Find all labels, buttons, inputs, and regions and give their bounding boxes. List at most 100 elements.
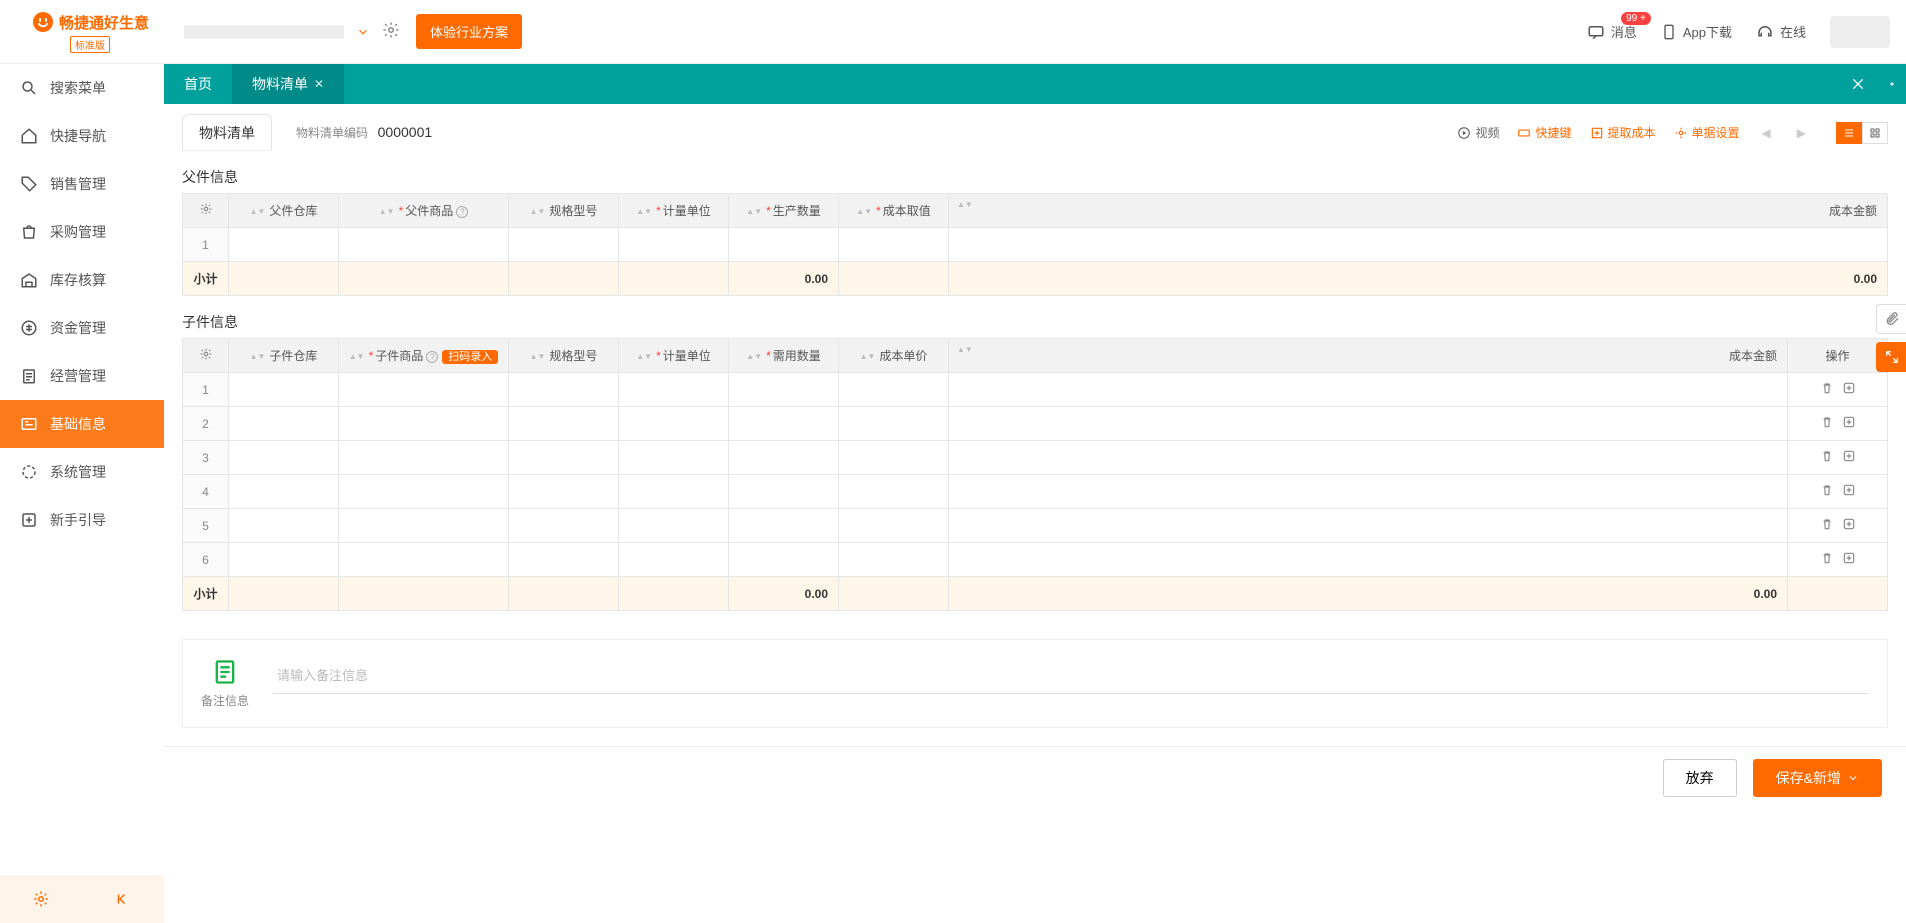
sidebar-item-sales[interactable]: 销售管理 [0, 160, 164, 208]
child-row[interactable]: 2 [183, 407, 1888, 441]
sidebar-item-finance[interactable]: 资金管理 [0, 304, 164, 352]
sidebar-item-system[interactable]: 系统管理 [0, 448, 164, 496]
prev-doc-button[interactable]: ◀ [1758, 126, 1775, 140]
org-selector[interactable] [184, 25, 370, 39]
action-doc-settings[interactable]: 单据设置 [1674, 124, 1740, 141]
col-parent-warehouse[interactable]: ▲▼父件仓库 [229, 194, 339, 228]
settings-icon[interactable] [32, 890, 50, 908]
view-list-button[interactable] [1836, 122, 1862, 144]
col-child-price[interactable]: ▲▼成本单价 [839, 339, 949, 373]
tabbar-more[interactable] [1878, 64, 1906, 104]
sidebar-label: 系统管理 [50, 462, 106, 482]
sparkle-icon [20, 511, 38, 529]
view-toggle [1836, 122, 1888, 144]
online-support-button[interactable]: 在线 [1756, 22, 1806, 41]
col-child-warehouse[interactable]: ▲▼子件仓库 [229, 339, 339, 373]
sidebar-item-inventory[interactable]: 库存核算 [0, 256, 164, 304]
action-extract-cost[interactable]: 提取成本 [1590, 124, 1656, 141]
add-row-icon[interactable] [1842, 551, 1856, 565]
sidebar-footer [0, 875, 164, 923]
scan-entry-button[interactable]: 扫码录入 [442, 350, 498, 364]
col-parent-spec[interactable]: ▲▼规格型号 [509, 194, 619, 228]
sidebar-item-basicinfo[interactable]: 基础信息 [0, 400, 164, 448]
col-child-spec[interactable]: ▲▼规格型号 [509, 339, 619, 373]
child-row[interactable]: 3 [183, 441, 1888, 475]
paperclip-icon [1884, 311, 1900, 327]
col-child-unit[interactable]: ▲▼*计量单位 [619, 339, 729, 373]
promo-button[interactable]: 体验行业方案 [416, 14, 522, 49]
sidebar-label: 采购管理 [50, 222, 106, 242]
user-avatar[interactable] [1830, 16, 1890, 48]
add-row-icon[interactable] [1842, 449, 1856, 463]
col-parent-amount[interactable]: ▲▼成本金额 [949, 194, 1888, 228]
col-parent-unit[interactable]: ▲▼*计量单位 [619, 194, 729, 228]
side-float-tools [1876, 304, 1906, 372]
app-download-button[interactable]: App下载 [1661, 22, 1732, 41]
col-settings-button[interactable] [183, 339, 229, 373]
sidebar-item-search[interactable]: 搜索菜单 [0, 64, 164, 112]
keyboard-icon [1517, 126, 1531, 140]
view-card-button[interactable] [1862, 122, 1888, 144]
child-row[interactable]: 5 [183, 509, 1888, 543]
action-shortcut[interactable]: 快捷键 [1517, 124, 1571, 141]
grid-icon [1868, 127, 1882, 139]
close-icon [1850, 76, 1866, 92]
tab-close-icon[interactable]: ✕ [314, 77, 324, 91]
child-row[interactable]: 6 [183, 543, 1888, 577]
remark-input[interactable] [273, 658, 1869, 694]
add-row-icon[interactable] [1842, 415, 1856, 429]
delete-row-icon[interactable] [1820, 483, 1834, 497]
child-row[interactable]: 4 [183, 475, 1888, 509]
download-label: App下载 [1683, 22, 1732, 41]
sidebar-item-guide[interactable]: 新手引导 [0, 496, 164, 544]
delete-row-icon[interactable] [1820, 517, 1834, 531]
code-label: 物料清单编码 [296, 126, 368, 140]
discard-button[interactable]: 放弃 [1663, 759, 1737, 797]
tab-home[interactable]: 首页 [164, 64, 232, 104]
action-video[interactable]: 视频 [1457, 124, 1499, 141]
attachment-button[interactable] [1876, 304, 1906, 334]
col-parent-costmode[interactable]: ▲▼*成本取值 [839, 194, 949, 228]
expand-icon [1884, 349, 1900, 365]
sidebar-label: 基础信息 [50, 414, 106, 434]
next-doc-button[interactable]: ▶ [1793, 126, 1810, 140]
col-parent-product[interactable]: ▲▼*父件商品? [339, 194, 509, 228]
messages-button[interactable]: 消息 99 + [1587, 22, 1637, 41]
remark-label-block: 备注信息 [201, 658, 249, 709]
clipboard-icon [20, 367, 38, 385]
sidebar-item-quicknav[interactable]: 快捷导航 [0, 112, 164, 160]
org-settings-button[interactable] [382, 21, 400, 42]
col-child-product[interactable]: ▲▼*子件商品?扫码录入 [339, 339, 509, 373]
org-name-masked [184, 25, 344, 39]
tab-bom[interactable]: 物料清单✕ [232, 64, 344, 104]
tab-bar: 首页 物料清单✕ [164, 64, 1906, 104]
delete-row-icon[interactable] [1820, 415, 1834, 429]
sidebar-item-operation[interactable]: 经营管理 [0, 352, 164, 400]
child-subtotal-row: 小计0.000.00 [183, 577, 1888, 611]
add-row-icon[interactable] [1842, 517, 1856, 531]
tag-icon [20, 175, 38, 193]
delete-row-icon[interactable] [1820, 449, 1834, 463]
collapse-icon[interactable] [114, 890, 132, 908]
sidebar-label: 库存核算 [50, 270, 106, 290]
col-parent-qty[interactable]: ▲▼*生产数量 [729, 194, 839, 228]
delete-row-icon[interactable] [1820, 551, 1834, 565]
info-icon[interactable]: ? [426, 351, 438, 363]
col-settings-button[interactable] [183, 194, 229, 228]
logo-area[interactable]: 畅捷通好生意 标准版 [16, 10, 164, 53]
phone-icon [1661, 23, 1677, 41]
sidebar-label: 搜索菜单 [50, 78, 106, 98]
info-icon[interactable]: ? [456, 206, 468, 218]
expand-button[interactable] [1876, 342, 1906, 372]
add-row-icon[interactable] [1842, 381, 1856, 395]
add-row-icon[interactable] [1842, 483, 1856, 497]
col-child-qty[interactable]: ▲▼*需用数量 [729, 339, 839, 373]
sidebar-item-purchase[interactable]: 采购管理 [0, 208, 164, 256]
parent-row[interactable]: 1 [183, 228, 1888, 262]
home-icon [20, 127, 38, 145]
save-and-new-button[interactable]: 保存&新增 [1753, 759, 1882, 797]
delete-row-icon[interactable] [1820, 381, 1834, 395]
tabbar-close-all[interactable] [1838, 64, 1878, 104]
col-child-amount[interactable]: ▲▼成本金额 [949, 339, 1788, 373]
child-row[interactable]: 1 [183, 373, 1888, 407]
